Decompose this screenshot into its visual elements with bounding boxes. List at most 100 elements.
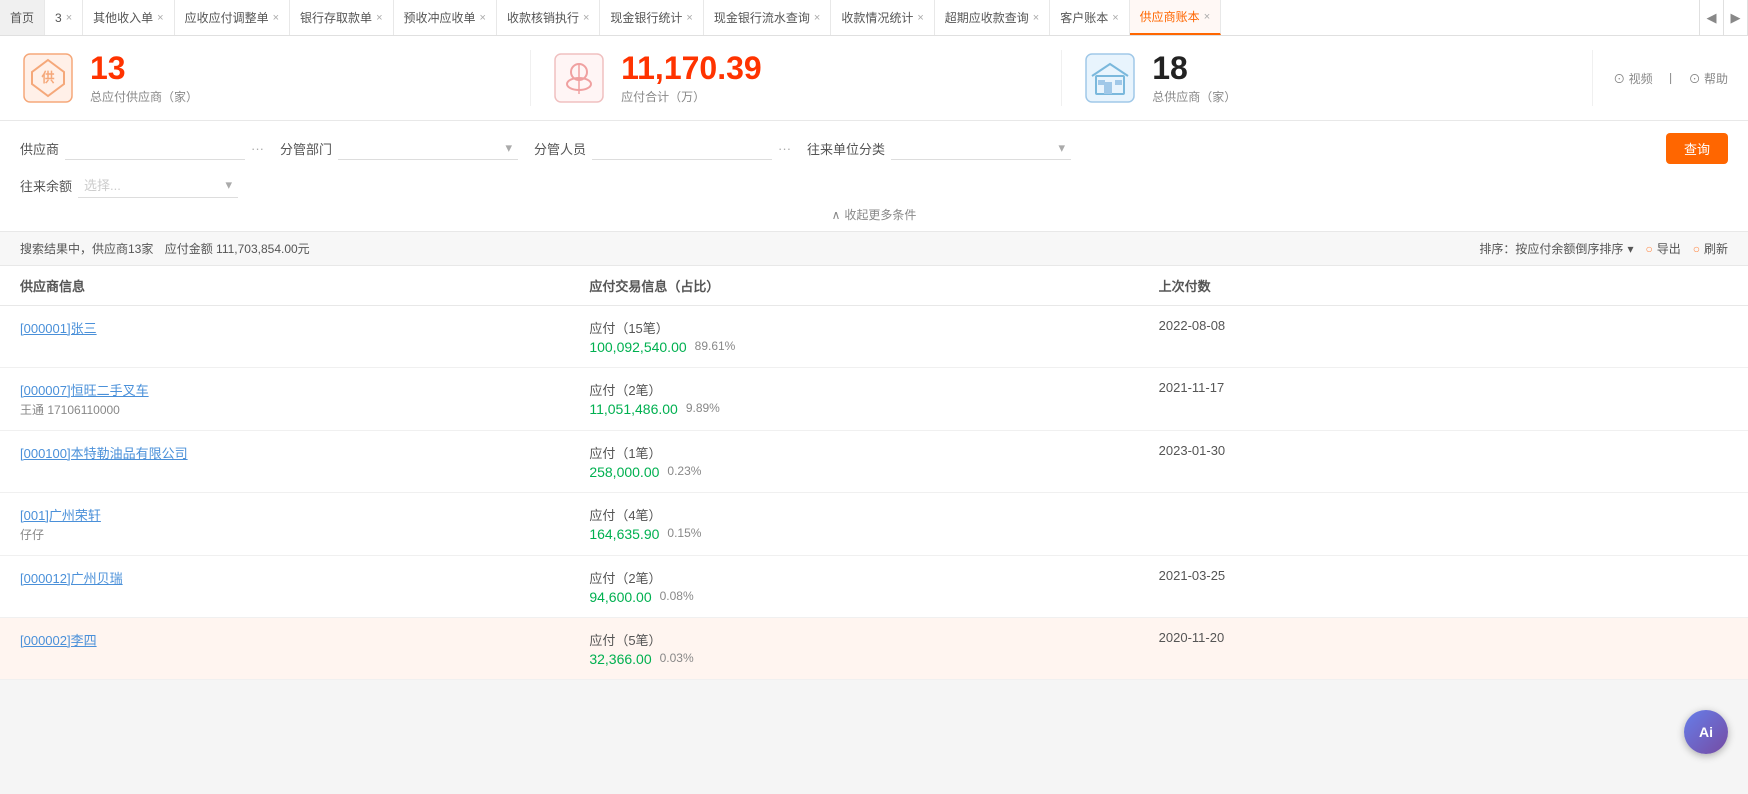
close-icon[interactable]: × [917,12,923,24]
payable-amount: 32,366.00 [589,651,651,667]
dept-label: 分管部门 [280,139,332,158]
last-pay-cell: 2023-01-30 [1159,443,1728,458]
close-icon[interactable]: × [1112,12,1118,24]
nav-tab-3[interactable]: 3 × [45,0,83,35]
category-chevron-icon: ▾ [1059,140,1066,156]
supplier-sub: 王通 17106110000 [20,401,589,418]
close-icon[interactable]: × [686,12,692,24]
total-suppliers-number: 18 [1152,51,1236,86]
collapse-icon: ∧ [832,208,841,222]
person-input[interactable] [592,138,772,160]
table-row: [001]广州荣轩 仔仔 应付（4笔） 164,635.90 0.15% [0,493,1748,556]
balance-chevron-icon: ▾ [225,177,232,193]
filter-person: 分管人员 ··· [534,138,791,160]
supplier-info-cell: [000012]广州贝瑞 [20,568,589,587]
nav-tab-customer-book[interactable]: 客户账本 × [1050,0,1129,35]
payable-amount: 164,635.90 [589,526,659,542]
balance-select[interactable]: 选择... ▾ [78,172,238,198]
supplier-link[interactable]: [000012]广州贝瑞 [20,568,589,587]
nav-tab-verify[interactable]: 收款核销执行 × [497,0,600,35]
supplier-link[interactable]: [000100]本特勒油品有限公司 [20,443,589,462]
supplier-link[interactable]: [001]广州荣轩 [20,505,589,524]
nav-tab-prepay[interactable]: 预收冲应收单 × [394,0,497,35]
payable-total-label: 应付合计（万） [621,88,762,105]
query-button[interactable]: 查询 [1666,133,1728,164]
payable-info-cell: 应付（2笔） 94,600.00 0.08% [589,568,1158,605]
last-pay-cell: 2022-08-08 [1159,318,1728,333]
filter-balance: 往来余额 选择... ▾ [20,172,238,198]
supplier-link[interactable]: [000001]张三 [20,318,589,337]
nav-tab-cash-flow[interactable]: 现金银行流水查询 × [704,0,831,35]
collapse-label: 收起更多条件 [844,206,916,223]
table-row: [000002]李四 应付（5笔） 32,366.00 0.03% 2020-1… [0,618,1748,680]
ai-assistant-button[interactable]: Ai [1684,710,1728,754]
nav-tab-other-income[interactable]: 其他收入单 × [83,0,174,35]
supplier-link[interactable]: [000002]李四 [20,630,589,649]
help-video[interactable]: ⊙ 视频 [1613,70,1652,87]
filter-dept: 分管部门 ▾ [280,137,518,160]
dept-select[interactable]: ▾ [338,137,518,160]
nav-prev-arrow[interactable]: ◀ [1700,0,1724,36]
close-icon[interactable]: × [273,12,279,24]
nav-tab-bank-deposit[interactable]: 银行存取款单 × [290,0,393,35]
result-prefix: 搜索结果中，供应商13家 [20,240,153,257]
card-info-payable-suppliers: 13 总应付供应商（家） [90,51,198,105]
export-button[interactable]: ○ 导出 [1645,240,1680,257]
svg-text:供: 供 [40,70,54,85]
nav-next-arrow[interactable]: ▶ [1724,0,1748,36]
close-icon[interactable]: × [1204,11,1210,23]
category-select[interactable]: ▾ [891,137,1071,160]
balance-placeholder: 选择... [84,175,121,194]
sort-select[interactable]: 排序：按应付余额倒序排序 ▾ [1479,240,1633,257]
supplier-input[interactable] [65,138,245,160]
card-info-total-suppliers: 18 总供应商（家） [1152,51,1236,105]
table-header: 供应商信息 应付交易信息（占比） 上次付数 [0,266,1748,306]
balance-label: 往来余额 [20,176,72,195]
supplier-info-cell: [000007]恒旺二手叉车 王通 17106110000 [20,380,589,418]
last-pay-date: 2021-11-17 [1159,380,1225,395]
payable-label: 应付（2笔） [589,380,1158,399]
nav-tab-home[interactable]: 首页 [0,0,45,35]
close-icon[interactable]: × [583,12,589,24]
supplier-ellipsis[interactable]: ··· [251,141,264,156]
payable-info-cell: 应付（4笔） 164,635.90 0.15% [589,505,1158,542]
payable-suppliers-number: 13 [90,51,198,86]
table-row: [000007]恒旺二手叉车 王通 17106110000 应付（2笔） 11,… [0,368,1748,431]
refresh-circle-icon: ○ [1693,242,1700,256]
refresh-button[interactable]: ○ 刷新 [1693,240,1728,257]
dept-chevron-icon: ▾ [506,140,513,156]
payable-suppliers-label: 总应付供应商（家） [90,88,198,105]
nav-tab-cash-stat[interactable]: 现金银行统计 × [600,0,703,35]
close-icon[interactable]: × [66,12,72,24]
nav-tab-supplier-book[interactable]: 供应商账本 × [1130,0,1221,35]
help-area: ⊙ 视频 丨 ⊙ 帮助 [1593,70,1728,87]
shop-card-icon [1082,50,1138,106]
filter-supplier: 供应商 ··· [20,138,264,160]
payable-pct: 0.03% [660,651,694,665]
export-label: 导出 [1657,240,1681,257]
nav-tab-overdue-query[interactable]: 超期应收款查询 × [935,0,1050,35]
supplier-sub: 仔仔 [20,526,589,543]
col-header-lastpay: 上次付数 [1159,276,1728,295]
close-icon[interactable]: × [1033,12,1039,24]
nav-arrows: ◀ ▶ [1699,0,1748,36]
table-row: [000012]广州贝瑞 应付（2笔） 94,600.00 0.08% 2021… [0,556,1748,618]
payable-amount: 94,600.00 [589,589,651,605]
help-link[interactable]: ⊙ 帮助 [1689,70,1728,87]
col-header-payable: 应付交易信息（占比） [589,276,1158,295]
payable-pct: 0.23% [667,464,701,478]
close-icon[interactable]: × [376,12,382,24]
nav-tab-ar-ap-adjust[interactable]: 应收应付调整单 × [175,0,290,35]
last-pay-date: 2020-11-20 [1159,630,1225,645]
nav-tab-payment-stat[interactable]: 收款情况统计 × [831,0,934,35]
last-pay-date: 2023-01-30 [1159,443,1226,458]
person-ellipsis[interactable]: ··· [778,141,791,156]
close-icon[interactable]: × [480,12,486,24]
supplier-link[interactable]: [000007]恒旺二手叉车 [20,380,589,399]
refresh-label: 刷新 [1704,240,1728,257]
close-icon[interactable]: × [814,12,820,24]
payable-label: 应付（2笔） [589,568,1158,587]
payable-pct: 9.89% [686,401,720,415]
close-icon[interactable]: × [157,12,163,24]
collapse-btn[interactable]: ∧ 收起更多条件 [832,206,917,223]
